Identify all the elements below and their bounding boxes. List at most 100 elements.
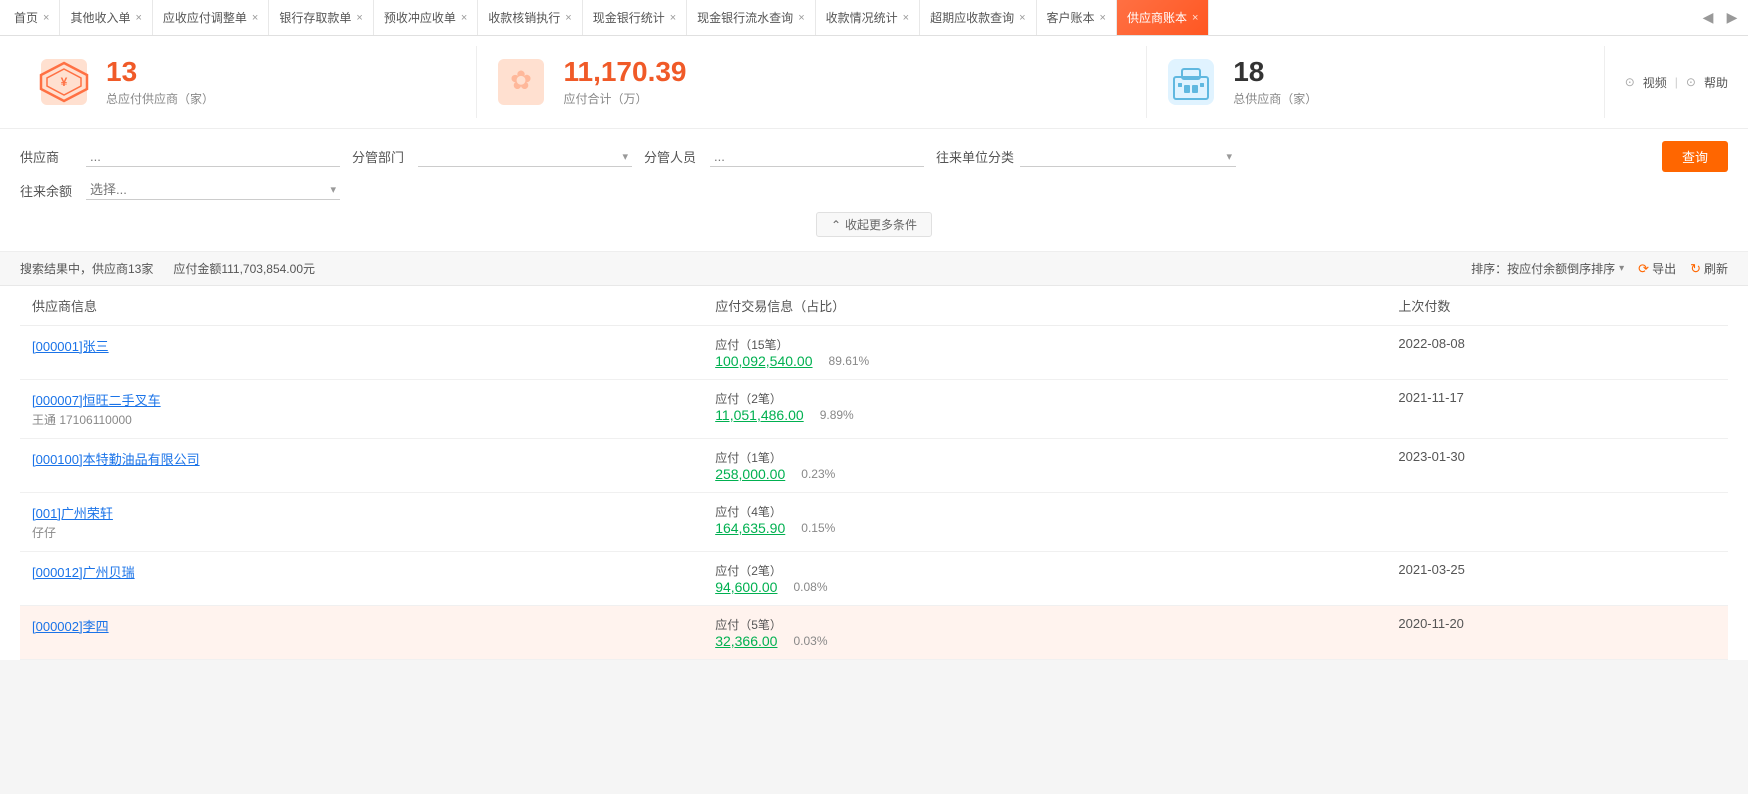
nav-tab-receipt-verify[interactable]: 收款核销执行× (478, 0, 582, 36)
ap-count-label: 应付（2笔） (715, 390, 1374, 407)
result-bar-right: 排序：按应付余额倒序排序 ▾ ⟳ 导出 ↻ 刷新 (1471, 260, 1728, 277)
tab-close-cash-bank-stat[interactable]: × (670, 12, 676, 24)
filter-category: 往来单位分类 ▾ (936, 147, 1236, 167)
supplier-link[interactable]: [000002]李四 (32, 619, 109, 634)
tab-close-advance-ar[interactable]: × (461, 12, 467, 24)
nav-next-arrow[interactable]: ▶ (1720, 0, 1744, 36)
supplier-count-label: 搜索结果中，供应商13家 (20, 260, 153, 277)
dept-input[interactable] (422, 149, 622, 164)
table-row: [000001]张三应付（15笔）100,092,540.0089.61%202… (20, 326, 1728, 380)
person-filter-label: 分管人员 (644, 147, 704, 166)
last-payment-cell: 2022-08-08 (1386, 326, 1728, 380)
table-row: [000002]李四应付（5笔）32,366.000.03%2020-11-20 (20, 606, 1728, 660)
svg-text:¥: ¥ (61, 75, 68, 89)
ap-amount[interactable]: 258,000.00 (715, 466, 785, 482)
category-dropdown-arrow[interactable]: ▾ (1226, 150, 1232, 163)
nav-tab-home[interactable]: 首页× (4, 0, 60, 36)
tab-close-supplier-ledger[interactable]: × (1192, 12, 1198, 24)
sort-select[interactable]: 排序：按应付余额倒序排序 ▾ (1471, 260, 1624, 277)
balance-input[interactable] (90, 182, 330, 197)
ap-suppliers-label: 总应付供应商（家） (106, 90, 214, 107)
export-icon: ⟳ (1638, 261, 1649, 277)
category-input-wrap[interactable]: ▾ (1020, 147, 1236, 167)
nav-tab-advance-ar[interactable]: 预收冲应收单× (374, 0, 478, 36)
ap-amount-label: 应付金额111,703,854.00元 (173, 260, 315, 277)
sort-dropdown-arrow[interactable]: ▾ (1619, 263, 1624, 274)
filter-area: 供应商 分管部门 ▾ 分管人员 往来单位分类 ▾ (0, 129, 1748, 252)
ap-count-label: 应付（15笔） (715, 336, 1374, 353)
person-input-wrap[interactable] (710, 147, 924, 167)
dept-dropdown-arrow[interactable]: ▾ (622, 150, 628, 163)
balance-dropdown-arrow[interactable]: ▾ (330, 183, 336, 196)
category-input[interactable] (1024, 149, 1226, 164)
ap-amount[interactable]: 100,092,540.00 (715, 353, 812, 369)
summary-bar: ¥ 13 总应付供应商（家） ✿ 11,170.39 应付合计（万） (0, 36, 1748, 129)
total-suppliers-icon (1163, 54, 1219, 110)
tab-close-cash-flow-query[interactable]: × (798, 12, 804, 24)
separator: | (1675, 75, 1678, 89)
nav-tab-ar-ap-adjust[interactable]: 应收应付调整单× (153, 0, 269, 36)
tab-close-bank-deposit[interactable]: × (356, 12, 362, 24)
col-supplier-info: 供应商信息 (20, 286, 703, 326)
supplier-link[interactable]: [000012]广州贝瑞 (32, 565, 135, 580)
supplier-cell: [000100]本特勤油品有限公司 (20, 439, 703, 493)
collapse-button[interactable]: ⌃ 收起更多条件 (816, 212, 932, 237)
nav-tab-bank-deposit[interactable]: 银行存取款单× (269, 0, 373, 36)
category-filter-label: 往来单位分类 (936, 147, 1014, 166)
supplier-cell: [000002]李四 (20, 606, 703, 660)
filter-row-1: 供应商 分管部门 ▾ 分管人员 往来单位分类 ▾ (20, 141, 1728, 172)
export-button[interactable]: ⟳ 导出 (1638, 260, 1676, 277)
supplier-input-wrap[interactable] (86, 147, 340, 167)
ap-amount[interactable]: 164,635.90 (715, 520, 785, 536)
supplier-input[interactable] (90, 149, 336, 164)
last-payment-cell: 2021-11-17 (1386, 380, 1728, 439)
tab-close-customer-ledger[interactable]: × (1100, 12, 1106, 24)
supplier-sub: 王通 17106110000 (32, 411, 691, 428)
nav-tab-cash-flow-query[interactable]: 现金银行流水查询× (687, 0, 815, 36)
ap-amount[interactable]: 94,600.00 (715, 579, 777, 595)
table-row: [001]广州荣轩仔仔应付（4笔）164,635.900.15% (20, 493, 1728, 552)
tab-close-ar-ap-adjust[interactable]: × (252, 12, 258, 24)
nav-tab-receipt-stat[interactable]: 收款情况统计× (816, 0, 920, 36)
balance-input-wrap[interactable]: ▾ (86, 180, 340, 200)
summary-ap-amount: ✿ 11,170.39 应付合计（万） (477, 46, 1147, 118)
supplier-link[interactable]: [000001]张三 (32, 339, 109, 354)
nav-tab-supplier-ledger[interactable]: 供应商账本× (1117, 0, 1209, 36)
result-bar: 搜索结果中，供应商13家 应付金额111,703,854.00元 排序：按应付余… (0, 252, 1748, 286)
nav-tab-cash-bank-stat[interactable]: 现金银行统计× (583, 0, 687, 36)
total-suppliers-label: 总供应商（家） (1233, 90, 1317, 107)
dept-input-wrap[interactable]: ▾ (418, 147, 632, 167)
supplier-cell: [000007]恒旺二手叉车王通 17106110000 (20, 380, 703, 439)
help-link[interactable]: 帮助 (1704, 74, 1728, 91)
nav-tab-customer-ledger[interactable]: 客户账本× (1037, 0, 1117, 36)
nav-tab-overdue-ar[interactable]: 超期应收款查询× (920, 0, 1036, 36)
query-button[interactable]: 查询 (1662, 141, 1728, 172)
tab-close-receipt-verify[interactable]: × (565, 12, 571, 24)
help-links: ⊙ 视频 | ⊙ 帮助 (1605, 74, 1728, 91)
filter-supplier: 供应商 (20, 147, 340, 167)
dept-filter-label: 分管部门 (352, 147, 412, 166)
nav-tab-other-income[interactable]: 其他收入单× (60, 0, 152, 36)
nav-prev-arrow[interactable]: ◀ (1696, 0, 1720, 36)
ap-count-label: 应付（1笔） (715, 449, 1374, 466)
last-payment-cell: 2020-11-20 (1386, 606, 1728, 660)
ap-amount[interactable]: 32,366.00 (715, 633, 777, 649)
ap-suppliers-text: 13 总应付供应商（家） (106, 57, 214, 108)
collapse-label: 收起更多条件 (845, 216, 917, 233)
person-input[interactable] (714, 149, 920, 164)
data-table: 供应商信息 应付交易信息（占比） 上次付数 [000001]张三应付（15笔）1… (20, 286, 1728, 660)
supplier-link[interactable]: [001]广州荣轩 (32, 506, 113, 521)
collapse-up-icon: ⌃ (831, 218, 841, 232)
tab-close-receipt-stat[interactable]: × (903, 12, 909, 24)
refresh-button[interactable]: ↻ 刷新 (1690, 260, 1728, 277)
sort-label: 排序：按应付余额倒序排序 (1471, 260, 1615, 277)
video-link[interactable]: 视频 (1643, 74, 1667, 91)
supplier-sub: 仔仔 (32, 524, 691, 541)
supplier-link[interactable]: [000007]恒旺二手叉车 (32, 393, 161, 408)
ap-amount[interactable]: 11,051,486.00 (715, 407, 804, 423)
tab-close-overdue-ar[interactable]: × (1019, 12, 1025, 24)
ap-count-label: 应付（2笔） (715, 562, 1374, 579)
tab-close-home[interactable]: × (43, 12, 49, 24)
supplier-link[interactable]: [000100]本特勤油品有限公司 (32, 452, 200, 467)
tab-close-other-income[interactable]: × (135, 12, 141, 24)
